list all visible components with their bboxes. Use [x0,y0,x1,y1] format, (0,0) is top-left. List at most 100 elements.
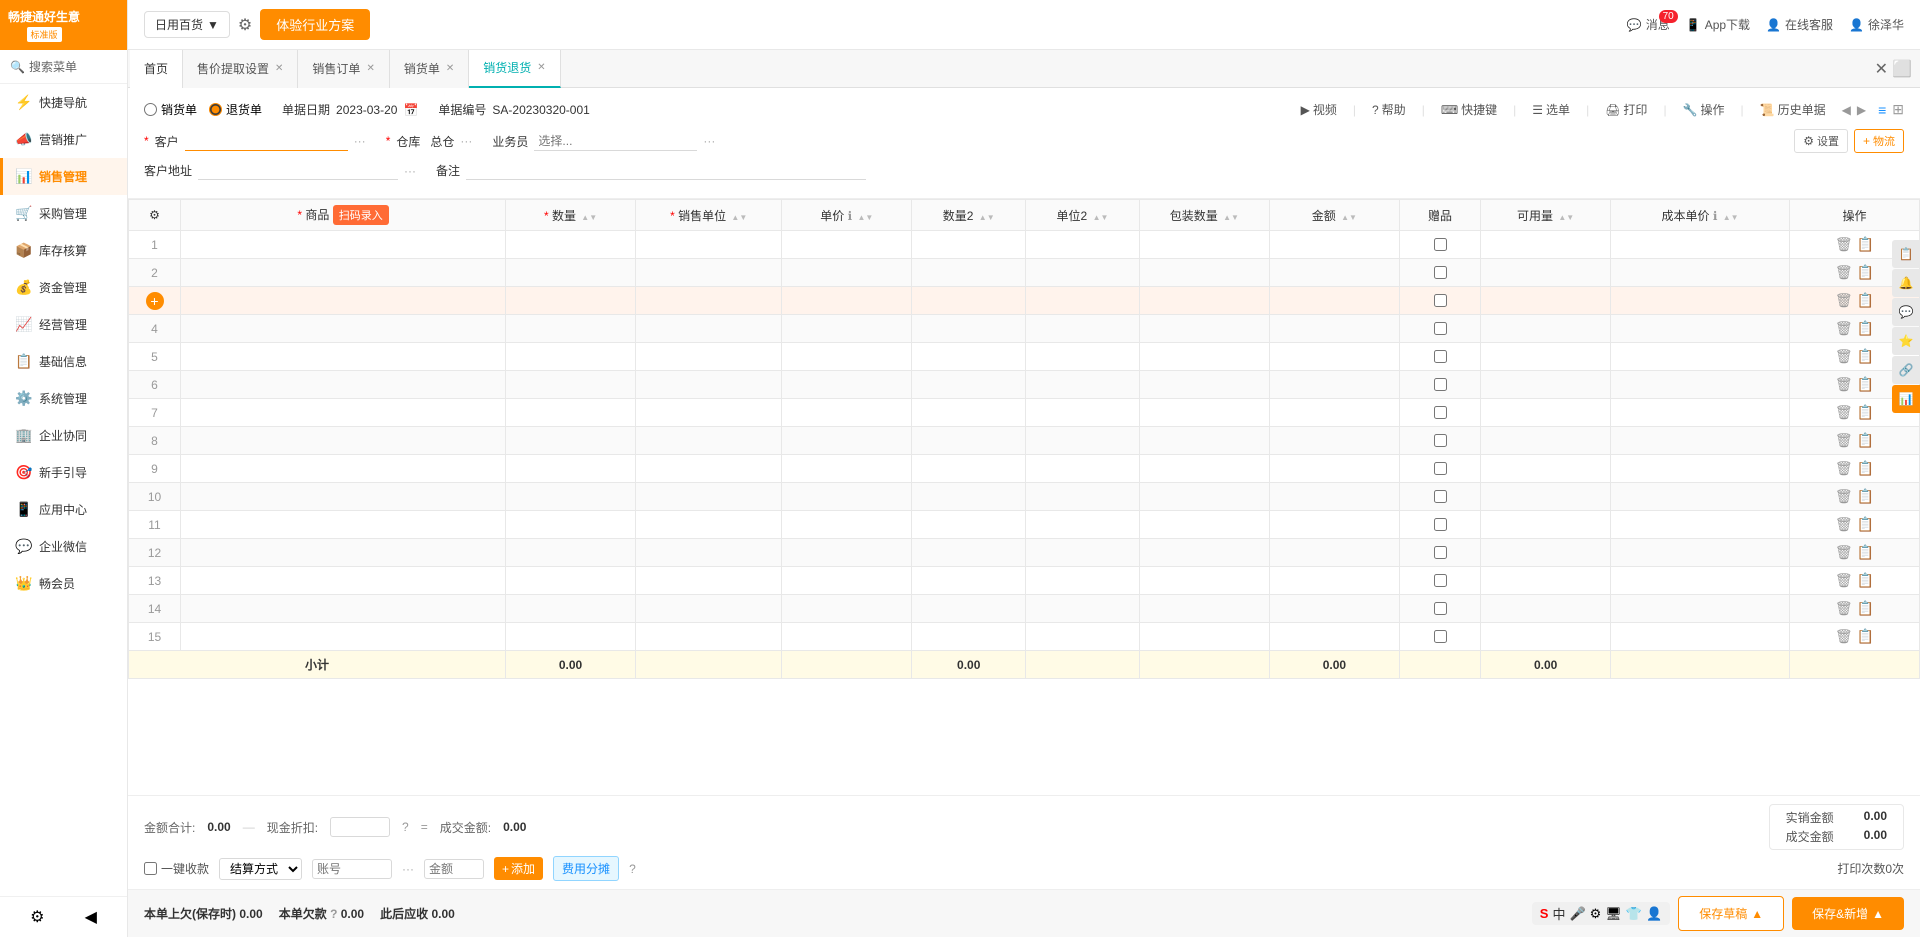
gift-cell[interactable] [1399,371,1480,399]
amount-cell[interactable] [1269,343,1399,371]
qty-cell-active[interactable] [506,287,636,315]
taskbar-icon-shirt[interactable]: 👕 [1626,906,1642,922]
product-cell[interactable] [181,315,506,343]
qty2-sort-icon[interactable]: ▲▼ [979,214,995,222]
toolbar-print[interactable]: 🖨 打印 [1599,98,1653,121]
delete-row-icon[interactable]: 🗑 [1835,516,1853,533]
available-cell[interactable] [1481,399,1611,427]
sidebar-item-inventory[interactable]: 📦 库存核算 [0,232,127,269]
qty2-cell[interactable] [912,343,1026,371]
qty2-cell[interactable] [912,259,1026,287]
unit-price-cell[interactable] [782,567,912,595]
available-cell[interactable] [1481,539,1611,567]
copy-row-icon[interactable]: 📋 [1857,488,1874,505]
unit-price-sort-icon[interactable]: ▲▼ [858,214,874,222]
cost-price-cell[interactable] [1611,567,1790,595]
collapse-icon[interactable]: ◀ [85,907,97,927]
unit-price-cell[interactable] [782,483,912,511]
delete-row-icon[interactable]: 🗑 [1835,264,1853,281]
sidebar-item-sys-mgmt[interactable]: ⚙️ 系统管理 [0,380,127,417]
product-cell[interactable] [181,399,506,427]
radio-delivery[interactable]: 销货单 [144,101,197,118]
sidebar-item-quick-nav[interactable]: ⚡ 快捷导航 [0,84,127,121]
user-profile-btn[interactable]: 👤 徐泽华 [1849,16,1904,33]
gift-cell[interactable] [1399,259,1480,287]
qty2-cell[interactable] [912,483,1026,511]
gift-checkbox-active[interactable] [1434,294,1447,307]
product-cell-active[interactable] [181,287,506,315]
product-cell[interactable] [181,427,506,455]
amount-cell[interactable] [1269,231,1399,259]
taskbar-icon-gear[interactable]: ⚙ [1590,906,1602,922]
amount-cell[interactable] [1269,371,1399,399]
cost-price-cell[interactable] [1611,511,1790,539]
sales-unit-cell[interactable] [636,567,782,595]
unit-price-cell[interactable] [782,427,912,455]
unit-price-cell[interactable] [782,343,912,371]
available-cell[interactable] [1481,455,1611,483]
unit-price-cell[interactable] [782,399,912,427]
copy-row-icon[interactable]: 📋 [1857,264,1874,281]
amount-cell[interactable] [1269,427,1399,455]
save-draft-btn[interactable]: 保存草稿 ▲ [1678,896,1784,931]
pkg-qty-cell[interactable] [1139,259,1269,287]
sidebar-item-sales-mgmt[interactable]: 📊 销售管理 [0,158,127,195]
gift-cell[interactable] [1399,511,1480,539]
unit2-cell[interactable] [1026,483,1140,511]
product-cell[interactable] [181,231,506,259]
add-row-btn[interactable]: + [146,292,164,310]
taskbar-icon-person[interactable]: 👤 [1646,906,1662,922]
qty-cell[interactable] [506,455,636,483]
gift-cell[interactable] [1399,315,1480,343]
sales-unit-cell[interactable] [636,455,782,483]
gift-checkbox[interactable] [1434,630,1447,643]
available-cell[interactable] [1481,315,1611,343]
toolbar-video[interactable]: ▶ 视频 [1295,98,1343,121]
copy-row-icon[interactable]: 📋 [1857,460,1874,477]
unit2-cell[interactable] [1026,539,1140,567]
taskbar-icon-monitor[interactable]: 🖥 [1605,906,1622,922]
cost-price-cell[interactable] [1611,259,1790,287]
pkg-qty-cell[interactable] [1139,343,1269,371]
settings-gear-icon[interactable]: ⚙ [238,15,252,35]
maximize-tab-icon[interactable]: ⬜ [1892,59,1912,79]
unit2-cell[interactable] [1026,315,1140,343]
qty2-cell[interactable] [912,315,1026,343]
copy-row-icon[interactable]: 📋 [1857,404,1874,421]
available-cell[interactable] [1481,623,1611,651]
qty-sort-icon[interactable]: ▲▼ [581,214,597,222]
gift-checkbox[interactable] [1434,266,1447,279]
address-dots-icon[interactable]: ··· [404,164,416,178]
delete-row-icon[interactable]: 🗑 [1835,600,1853,617]
scan-input-btn[interactable]: 扫码录入 [333,205,389,225]
amount-cell[interactable] [1269,511,1399,539]
product-input[interactable] [185,238,501,252]
tab-sales-order[interactable]: 销售订单 ✕ [298,50,389,88]
cost-price-cell[interactable] [1611,595,1790,623]
cost-price-cell[interactable] [1611,371,1790,399]
gift-checkbox[interactable] [1434,350,1447,363]
gift-checkbox[interactable] [1434,518,1447,531]
gift-cell[interactable] [1399,539,1480,567]
customer-dots-icon[interactable]: ··· [354,134,366,148]
this-overdue-info-icon[interactable]: ? [330,907,337,921]
pkg-qty-cell[interactable] [1139,371,1269,399]
product-cell[interactable] [181,259,506,287]
delete-row-icon[interactable]: 🗑 [1835,544,1853,561]
qty2-cell[interactable] [912,455,1026,483]
delete-row-icon[interactable]: 🗑 [1835,376,1853,393]
amount-cell[interactable] [1269,455,1399,483]
qty-cell[interactable] [506,343,636,371]
available-cell-active[interactable] [1481,287,1611,315]
unit-price-cell[interactable] [782,539,912,567]
gift-cell[interactable] [1399,455,1480,483]
tab-sales-delivery[interactable]: 销货单 ✕ [390,50,469,88]
gift-checkbox[interactable] [1434,322,1447,335]
gift-cell-active[interactable] [1399,287,1480,315]
unit2-cell[interactable] [1026,595,1140,623]
save-new-btn[interactable]: 保存&新增 ▲ [1792,897,1904,930]
sidebar-item-newbie[interactable]: 🎯 新手引导 [0,454,127,491]
sidebar-item-member[interactable]: 👑 畅会员 [0,565,127,602]
sales-unit-cell[interactable] [636,623,782,651]
copy-row-icon[interactable]: 📋 [1857,544,1874,561]
